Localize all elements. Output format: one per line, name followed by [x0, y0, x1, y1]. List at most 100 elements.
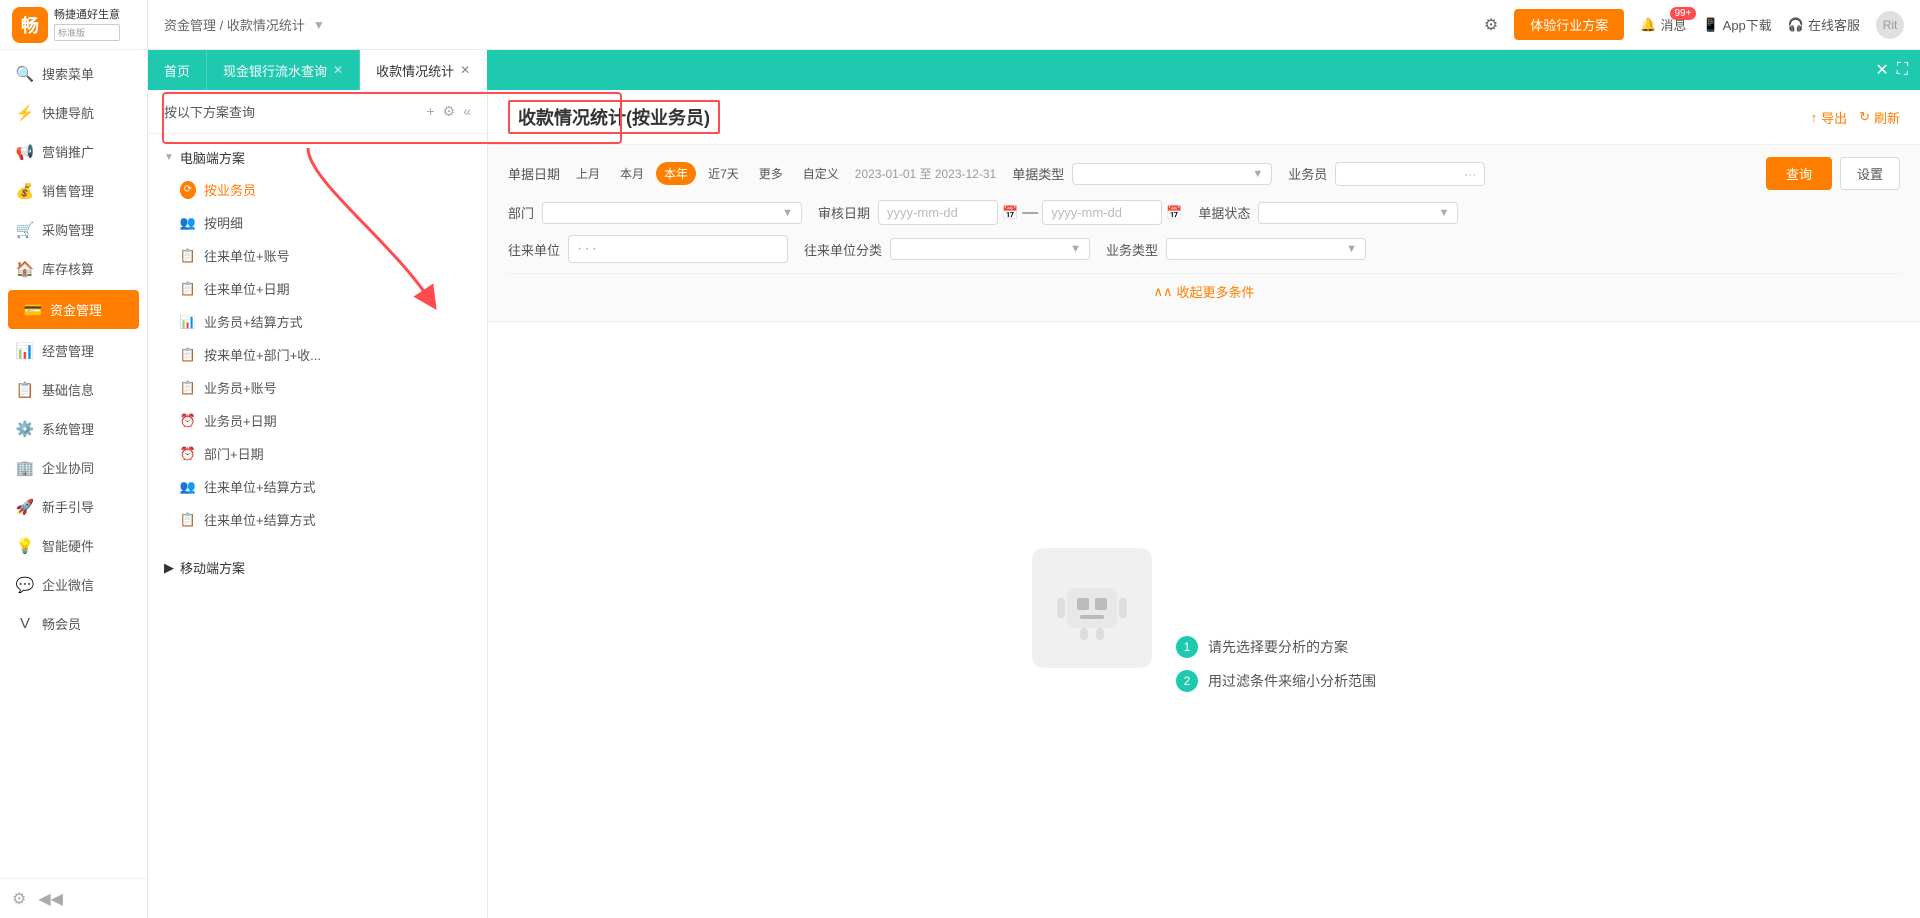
- date-tab-last-month[interactable]: 上月: [568, 162, 608, 185]
- sidebar-item-system[interactable]: ⚙️ 系统管理: [0, 409, 147, 448]
- sidebar-item-marketing[interactable]: 📢 营销推广: [0, 132, 147, 171]
- salesperson-select[interactable]: ···: [1335, 162, 1485, 186]
- date-dash: —: [1022, 204, 1038, 222]
- dept-date-icon: ⏰: [180, 446, 196, 462]
- voucher-type-select[interactable]: ▼: [1072, 163, 1272, 185]
- sidebar-item-basic[interactable]: 📋 基础信息: [0, 370, 147, 409]
- counterpart-date-icon: 📋: [180, 281, 196, 297]
- calendar-start-icon[interactable]: 📅: [1002, 205, 1018, 221]
- scheme-item-counterpart-settlement[interactable]: 👥 往来单位+结算方式: [148, 470, 487, 503]
- sidebar-item-quick[interactable]: ⚡ 快捷导航: [0, 93, 147, 132]
- sidebar-nav: 🔍 搜索菜单 ⚡ 快捷导航 📢 营销推广 💰 销售管理 🛒 采购管理 🏠 库存核…: [0, 50, 147, 878]
- export-icon: ↑: [1811, 110, 1818, 125]
- date-tab-custom[interactable]: 自定义: [795, 162, 847, 185]
- counterpart-label: 往来单位: [508, 240, 560, 259]
- industry-button[interactable]: 体验行业方案: [1514, 9, 1624, 40]
- status-select[interactable]: ▼: [1258, 202, 1458, 224]
- sidebar-item-label: 采购管理: [42, 220, 94, 239]
- footer-settings-icon[interactable]: ⚙: [12, 889, 26, 909]
- collapse-bar[interactable]: ∧∧ 收起更多条件: [508, 273, 1900, 309]
- counterpart-cat-select[interactable]: ▼: [890, 238, 1090, 260]
- add-scheme-icon[interactable]: +: [426, 103, 434, 120]
- calendar-end-icon[interactable]: 📅: [1166, 205, 1182, 221]
- settings-icon[interactable]: ⚙: [1484, 15, 1498, 35]
- breadcrumb-text: 资金管理 / 收款情况统计: [164, 15, 305, 34]
- scheme-item-label: 业务员+结算方式: [204, 312, 303, 331]
- scheme-item-detail[interactable]: 👥 按明细: [148, 206, 487, 239]
- tab-bank-close[interactable]: ✕: [333, 63, 343, 77]
- scheme-item-salesperson[interactable]: ⟳ 按业务员: [148, 173, 487, 206]
- desktop-scheme-header[interactable]: ▼ 电脑端方案: [148, 142, 487, 173]
- date-tab-this-year[interactable]: 本年: [656, 162, 696, 185]
- tab-receipt-label: 收款情况统计: [376, 61, 454, 80]
- sidebar-item-label: 企业微信: [42, 575, 94, 594]
- scheme-item-salesperson-date[interactable]: ⏰ 业务员+日期: [148, 404, 487, 437]
- sidebar-item-guide[interactable]: 🚀 新手引导: [0, 487, 147, 526]
- scheme-item-salesperson-settlement[interactable]: 📊 业务员+结算方式: [148, 305, 487, 338]
- tab-close-window-icon[interactable]: ✕: [1875, 60, 1888, 80]
- tab-home[interactable]: 首页: [148, 50, 207, 90]
- mobile-scheme-section: ▶ 移动端方案: [148, 544, 487, 591]
- sidebar-item-sales[interactable]: 💰 销售管理: [0, 171, 147, 210]
- quick-icon: ⚡: [16, 104, 34, 122]
- audit-date-start[interactable]: yyyy-mm-dd: [878, 200, 998, 225]
- dept-label: 部门: [508, 203, 534, 222]
- date-range-text: 2023-01-01 至 2023-12-31: [855, 165, 996, 182]
- corp-icon: 🏢: [16, 459, 34, 477]
- sidebar-item-search[interactable]: 🔍 搜索菜单: [0, 54, 147, 93]
- sidebar-item-purchase[interactable]: 🛒 采购管理: [0, 210, 147, 249]
- sidebar-item-inventory[interactable]: 🏠 库存核算: [0, 249, 147, 288]
- avatar[interactable]: Rit: [1876, 11, 1904, 39]
- tab-expand-icon[interactable]: ⛶: [1897, 61, 1908, 79]
- sidebar-item-finance[interactable]: 💳 资金管理: [8, 290, 139, 329]
- app-download-label: App下载: [1723, 15, 1772, 34]
- sidebar-item-corp[interactable]: 🏢 企业协同: [0, 448, 147, 487]
- date-tab-more[interactable]: 更多: [751, 162, 791, 185]
- footer-expand-icon[interactable]: ◀◀: [38, 889, 63, 909]
- business-type-chevron-icon: ▼: [1346, 243, 1357, 255]
- sidebar-item-operation[interactable]: 📊 经营管理: [0, 331, 147, 370]
- business-type-select[interactable]: ▼: [1166, 238, 1366, 260]
- notification-button[interactable]: 🔔 消息 99+: [1640, 15, 1686, 34]
- scheme-item-salesperson-account[interactable]: 📋 业务员+账号: [148, 371, 487, 404]
- sidebar-item-wechat[interactable]: 💬 企业微信: [0, 565, 147, 604]
- dropdown-icon[interactable]: ▼: [313, 18, 325, 32]
- dept-select[interactable]: ▼: [542, 202, 802, 224]
- refresh-button[interactable]: ↻ 刷新: [1859, 108, 1900, 127]
- counterpart-select[interactable]: ···: [568, 235, 788, 263]
- export-button[interactable]: ↑ 导出: [1811, 108, 1848, 127]
- page-title-bar: 收款情况统计(按业务员) ↑ 导出 ↻ 刷新: [488, 90, 1920, 145]
- query-button[interactable]: 查询: [1766, 157, 1832, 190]
- business-type-filter-group: 业务类型 ▼: [1106, 238, 1366, 260]
- page-title: 收款情况统计(按业务员): [508, 100, 720, 134]
- sidebar-item-label: 智能硬件: [42, 536, 94, 555]
- tab-bank[interactable]: 现金银行流水查询 ✕: [207, 50, 360, 90]
- breadcrumb: 资金管理 / 收款情况统计 ▼: [164, 15, 1468, 34]
- left-panel-header: 按以下方案查询 + ⚙ «: [148, 90, 487, 134]
- audit-date-input-group: yyyy-mm-dd 📅 — yyyy-mm-dd 📅: [878, 200, 1182, 225]
- scheme-item-counterpart-date[interactable]: 📋 往来单位+日期: [148, 272, 487, 305]
- tab-receipt-close[interactable]: ✕: [460, 63, 470, 77]
- scheme-item-counterpart-account[interactable]: 📋 往来单位+账号: [148, 239, 487, 272]
- app-download-button[interactable]: 📱 App下载: [1702, 15, 1771, 34]
- user-initial: Rit: [1883, 18, 1898, 32]
- scheme-item-counterpart-settlement2[interactable]: 📋 往来单位+结算方式: [148, 503, 487, 536]
- settings-scheme-icon[interactable]: ⚙: [443, 103, 456, 120]
- scheme-item-counterpart-dept[interactable]: 📋 按来单位+部门+收...: [148, 338, 487, 371]
- tree-arrow-right: ▶: [164, 560, 174, 576]
- audit-date-end[interactable]: yyyy-mm-dd: [1042, 200, 1162, 225]
- sidebar-item-hardware[interactable]: 💡 智能硬件: [0, 526, 147, 565]
- mobile-scheme-header[interactable]: ▶ 移动端方案: [148, 552, 487, 583]
- tree-arrow-down: ▼: [164, 152, 174, 163]
- collapse-panel-icon[interactable]: «: [463, 103, 471, 120]
- salesperson-label: 业务员: [1288, 164, 1327, 183]
- date-tab-7days[interactable]: 近7天: [700, 162, 747, 185]
- tab-receipt[interactable]: 收款情况统计 ✕: [360, 50, 487, 90]
- online-service-button[interactable]: 🎧 在线客服: [1788, 15, 1860, 34]
- date-tab-this-month[interactable]: 本月: [612, 162, 652, 185]
- counterpart-dots: ···: [577, 240, 599, 258]
- setting-button[interactable]: 设置: [1840, 157, 1900, 190]
- scheme-item-dept-date[interactable]: ⏰ 部门+日期: [148, 437, 487, 470]
- operation-icon: 📊: [16, 342, 34, 360]
- sidebar-item-vip[interactable]: V 畅会员: [0, 604, 147, 643]
